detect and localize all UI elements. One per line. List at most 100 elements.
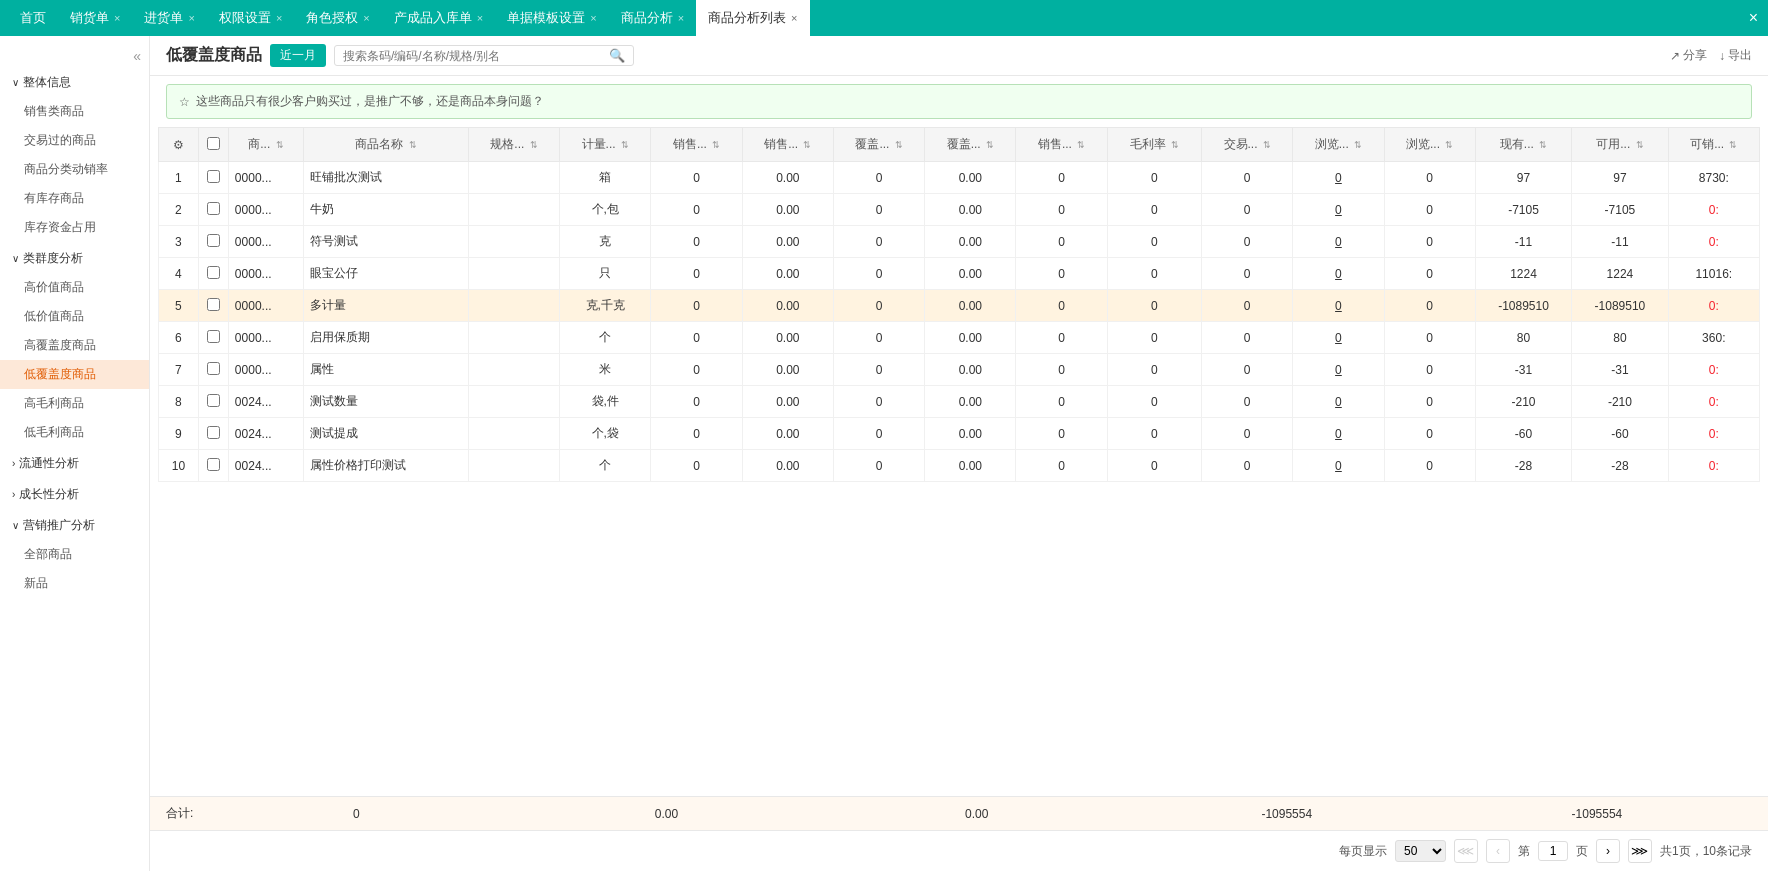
row-browse1[interactable]: 0 (1293, 226, 1384, 258)
close-icon[interactable]: × (791, 12, 797, 24)
row-checkbox[interactable] (198, 162, 228, 194)
row-select-checkbox[interactable] (207, 362, 220, 375)
row-browse1[interactable]: 0 (1293, 354, 1384, 386)
row-browse1[interactable]: 0 (1293, 258, 1384, 290)
name-column-header[interactable]: 商品名称 ⇅ (304, 128, 469, 162)
sidebar-section-header-overall[interactable]: ∨ 整体信息 (0, 68, 149, 97)
row-checkbox[interactable] (198, 226, 228, 258)
search-input[interactable] (343, 49, 609, 63)
row-checkbox[interactable] (198, 450, 228, 482)
trade-column-header[interactable]: 交易... ⇅ (1202, 128, 1293, 162)
row-select-checkbox[interactable] (207, 170, 220, 183)
sidebar-item-high-value[interactable]: 高价值商品 (0, 273, 149, 302)
sidebar-section-header-cluster[interactable]: ∨ 类群度分析 (0, 244, 149, 273)
first-page-button[interactable]: ⋘ (1454, 839, 1478, 863)
row-select-checkbox[interactable] (207, 426, 220, 439)
row-browse1[interactable]: 0 (1293, 322, 1384, 354)
row-name: 符号测试 (304, 226, 469, 258)
saleable-column-header[interactable]: 可销... ⇅ (1668, 128, 1759, 162)
row-select-checkbox[interactable] (207, 394, 220, 407)
sales-amt-column-header[interactable]: 销售... ⇅ (742, 128, 833, 162)
row-checkbox[interactable] (198, 322, 228, 354)
available-column-header[interactable]: 可用... ⇅ (1572, 128, 1668, 162)
sidebar-item-category-rate[interactable]: 商品分类动销率 (0, 155, 149, 184)
sidebar-item-sales-goods[interactable]: 销售类商品 (0, 97, 149, 126)
cover1-column-header[interactable]: 覆盖... ⇅ (833, 128, 924, 162)
per-page-select[interactable]: 50 20 100 (1395, 840, 1446, 862)
close-icon[interactable]: × (188, 12, 194, 24)
unit-column-header[interactable]: 计量... ⇅ (560, 128, 651, 162)
row-browse1[interactable]: 0 (1293, 386, 1384, 418)
close-icon[interactable]: × (590, 12, 596, 24)
sidebar-item-low-margin[interactable]: 低毛利商品 (0, 418, 149, 447)
nav-goods-analysis-list[interactable]: 商品分析列表 × (696, 0, 809, 36)
row-browse1[interactable]: 0 (1293, 194, 1384, 226)
close-icon[interactable]: × (276, 12, 282, 24)
sidebar-collapse-button[interactable]: « (133, 48, 141, 64)
browse2-column-header[interactable]: 浏览... ⇅ (1384, 128, 1475, 162)
nav-purchase-order[interactable]: 进货单 × (132, 0, 206, 36)
next-page-button[interactable]: › (1596, 839, 1620, 863)
sidebar-item-high-margin[interactable]: 高毛利商品 (0, 389, 149, 418)
code-column-header[interactable]: 商... ⇅ (228, 128, 303, 162)
row-select-checkbox[interactable] (207, 458, 220, 471)
search-box[interactable]: 🔍 (334, 45, 634, 66)
export-button[interactable]: ↓ 导出 (1719, 47, 1752, 64)
nav-goods-analysis[interactable]: 商品分析 × (609, 0, 696, 36)
row-browse1[interactable]: 0 (1293, 418, 1384, 450)
nav-template-settings[interactable]: 单据模板设置 × (495, 0, 608, 36)
row-browse1[interactable]: 0 (1293, 450, 1384, 482)
prev-page-button[interactable]: ‹ (1486, 839, 1510, 863)
sidebar-section-header-circulation[interactable]: › 流通性分析 (0, 449, 149, 478)
nav-sales-order[interactable]: 销货单 × (58, 0, 132, 36)
close-icon[interactable]: × (363, 12, 369, 24)
share-button[interactable]: ↗ 分享 (1670, 47, 1707, 64)
nav-role-auth[interactable]: 角色授权 × (294, 0, 381, 36)
row-select-checkbox[interactable] (207, 298, 220, 311)
row-checkbox[interactable] (198, 354, 228, 386)
current-column-header[interactable]: 现有... ⇅ (1475, 128, 1571, 162)
browse1-column-header[interactable]: 浏览... ⇅ (1293, 128, 1384, 162)
sidebar-item-low-value[interactable]: 低价值商品 (0, 302, 149, 331)
spec-column-header[interactable]: 规格... ⇅ (468, 128, 559, 162)
sidebar-item-in-stock[interactable]: 有库存商品 (0, 184, 149, 213)
margin-column-header[interactable]: 毛利率 ⇅ (1107, 128, 1201, 162)
row-margin: 0 (1107, 194, 1201, 226)
last-page-button[interactable]: ⋙ (1628, 839, 1652, 863)
sidebar-item-new-goods[interactable]: 新品 (0, 569, 149, 598)
nav-permission-settings[interactable]: 权限设置 × (207, 0, 294, 36)
settings-column-header[interactable]: ⚙ (159, 128, 199, 162)
row-code: 0024... (228, 386, 303, 418)
row-select-checkbox[interactable] (207, 330, 220, 343)
checkbox-column-header[interactable] (198, 128, 228, 162)
sidebar-item-high-coverage[interactable]: 高覆盖度商品 (0, 331, 149, 360)
page-input[interactable] (1538, 841, 1568, 861)
row-select-checkbox[interactable] (207, 202, 220, 215)
row-browse1[interactable]: 0 (1293, 290, 1384, 322)
row-select-checkbox[interactable] (207, 234, 220, 247)
row-browse1[interactable]: 0 (1293, 162, 1384, 194)
close-all-tabs-button[interactable]: × (1749, 9, 1758, 27)
sidebar-item-stock-capital[interactable]: 库存资金占用 (0, 213, 149, 242)
period-button[interactable]: 近一月 (270, 44, 326, 67)
close-icon[interactable]: × (114, 12, 120, 24)
sales3-column-header[interactable]: 销售... ⇅ (1016, 128, 1107, 162)
close-icon[interactable]: × (477, 12, 483, 24)
nav-home[interactable]: 首页 (8, 0, 58, 36)
nav-finished-goods[interactable]: 产成品入库单 × (382, 0, 495, 36)
sidebar-section-header-marketing[interactable]: ∨ 营销推广分析 (0, 511, 149, 540)
sidebar-item-traded-goods[interactable]: 交易过的商品 (0, 126, 149, 155)
row-select-checkbox[interactable] (207, 266, 220, 279)
row-checkbox[interactable] (198, 290, 228, 322)
select-all-checkbox[interactable] (207, 137, 220, 150)
sidebar-item-low-coverage[interactable]: 低覆盖度商品 (0, 360, 149, 389)
sales-qty-column-header[interactable]: 销售... ⇅ (651, 128, 742, 162)
row-checkbox[interactable] (198, 194, 228, 226)
close-icon[interactable]: × (678, 12, 684, 24)
row-checkbox[interactable] (198, 258, 228, 290)
cover2-column-header[interactable]: 覆盖... ⇅ (925, 128, 1016, 162)
sidebar-section-header-growth[interactable]: › 成长性分析 (0, 480, 149, 509)
sidebar-item-all-goods[interactable]: 全部商品 (0, 540, 149, 569)
row-checkbox[interactable] (198, 418, 228, 450)
row-checkbox[interactable] (198, 386, 228, 418)
